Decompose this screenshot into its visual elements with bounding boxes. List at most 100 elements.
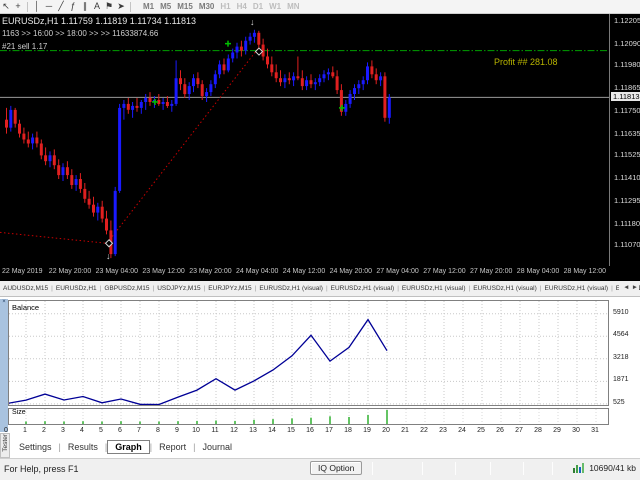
balance-tick: 4564 [613,331,629,339]
chart-tab[interactable]: EURUSDz,H1 [53,285,100,292]
price-tick: 1.11070 [614,240,640,250]
trade-tick: 14 [268,427,276,434]
time-tick: 27 May 04:00 [376,268,419,275]
balance-plot [6,301,608,406]
price-tick: 1.11180 [614,218,640,228]
trade-tick: 21 [401,427,409,434]
trade-tick: 25 [477,427,485,434]
time-tick: 28 May 04:00 [516,268,560,275]
chart-tab[interactable]: GBPUSDz,M15 [101,285,152,292]
channel-icon[interactable]: ∥ [79,0,91,13]
trade-tick: 7 [137,427,141,434]
trade-tick: 30 [572,427,580,434]
chart-header-status: 1163 >> 16:00 >> 18:00 >> >> 11633874.66 [2,29,159,38]
toolbar-separator [27,1,28,12]
trade-tick: 20 [382,427,390,434]
balance-graph-panel[interactable] [6,300,609,406]
timeframe-d1[interactable]: D1 [253,2,263,11]
trade-tick: 15 [287,427,295,434]
histogram-icon [573,463,585,473]
trade-tick: 26 [496,427,504,434]
cursor-icon[interactable]: ↖ [0,0,12,13]
scroll-right-icon[interactable]: ► [632,284,638,291]
scroll-left-icon[interactable]: ◄ [623,284,629,291]
price-tick: 1.12090 [614,38,640,48]
broker-button[interactable]: IQ Option [310,461,363,475]
timeframe-buttons: M1 M5 M15 M30 H1 H4 D1 W1 MN [140,2,303,11]
toolbar-icons: ↖ + │ ─ ╱ ƒ ∥ A ⚑ ➤ [0,0,134,13]
vertical-line-icon[interactable]: │ [31,0,43,13]
trade-tick: 24 [458,427,466,434]
trade-tick: 29 [553,427,561,434]
trade-tick: 5 [99,427,103,434]
chart-tab[interactable]: EURJPYz,M15 [205,285,254,292]
trade-tick: 28 [534,427,542,434]
crosshair-icon[interactable]: + [12,0,24,13]
timeframe-mn[interactable]: MN [287,2,299,11]
panel-edge[interactable]: × [0,299,8,432]
chart-tab[interactable]: EURUSDz,H1 (visual) [399,285,469,292]
price-chart[interactable]: ↓ ↓ EURUSDz,H1 1.11759 1.11819 1.11734 1.… [0,14,640,281]
diamond-marker [254,47,264,56]
trade-tick: 23 [439,427,447,434]
price-tick: 1.11410 [614,173,640,183]
balance-tick: 1871 [613,376,629,384]
arrows-icon[interactable]: ➤ [115,0,127,13]
tester-side-tab[interactable]: Tester [0,433,10,458]
tester-tab-settings[interactable]: Settings [12,441,59,453]
size-graph-panel[interactable] [8,408,609,425]
timeframe-h1[interactable]: H1 [220,2,230,11]
timeframe-m5[interactable]: M5 [160,2,171,11]
trade-tick: 8 [156,427,160,434]
size-plot [25,409,597,424]
price-tick: 1.11295 [614,195,640,205]
time-tick: 28 May 12:00 [563,268,607,275]
tester-tab-graph[interactable]: Graph [107,439,150,454]
balance-tick: 5910 [613,308,629,316]
trade-tick: 6 [118,427,122,434]
status-bar: For Help, press F1 IQ Option 10690/41 kb [0,458,640,480]
toolbar-separator [130,1,131,12]
chart-tab-bar: AUDUSDz,M15 | EURUSDz,H1 | GBPUSDz,M15 | USDJP… [0,281,640,297]
mt4-window: ↖ + │ ─ ╱ ƒ ∥ A ⚑ ➤ M1 M5 M15 M30 H1 H4 D1 W1 MN ↓ ↓ EURUS… [0,0,640,480]
tester-panel: × Balance Size 5910 4564 3218 1871 525 01234… [0,297,640,458]
timeframe-w1[interactable]: W1 [269,2,281,11]
timeframe-m30[interactable]: M30 [199,2,215,11]
price-tick: 1.11750 [614,105,640,115]
trade-tick: 16 [306,427,314,434]
timeframe-m1[interactable]: M1 [143,2,154,11]
text-icon[interactable]: A [91,0,103,13]
open-position-label: #21 sell 1.17 [2,42,48,51]
horizontal-line-icon[interactable]: ─ [43,0,55,13]
trade-tick: 1 [23,427,27,434]
time-tick: 24 May 12:00 [282,268,326,275]
help-text: For Help, press F1 [4,464,79,474]
trendline-icon[interactable]: ╱ [55,0,67,13]
tester-tab-report[interactable]: Report [152,441,193,453]
chart-tab[interactable]: USDJPYz,M15 [154,285,203,292]
trade-tick: 4 [80,427,84,434]
chart-tab[interactable]: AUDUSDz,M15 [0,285,51,292]
trade-tick: 22 [420,427,428,434]
timeframe-m15[interactable]: M15 [177,2,193,11]
arrow-marker: ↓ [106,251,111,261]
price-scale: 1.12205 1.12090 1.11980 1.11865 1.11750 1.116… [609,14,640,266]
trade-tick: 27 [515,427,523,434]
label-icon[interactable]: ⚑ [103,0,115,13]
chart-tab[interactable]: EURUSDz,H1 (visual) [328,285,398,292]
price-tick: 1.12205 [614,15,640,25]
toolbar: ↖ + │ ─ ╱ ƒ ∥ A ⚑ ➤ M1 M5 M15 M30 H1 H4 D1 W1 MN [0,0,640,14]
trade-tick: 9 [175,427,179,434]
chart-tab[interactable]: EURUSDz,H1 (visual) [256,285,326,292]
time-tick: 22 May 2019 [2,268,43,275]
tester-tab-journal[interactable]: Journal [195,441,239,453]
tester-tab-results[interactable]: Results [61,441,105,453]
tab-scroll-arrows: ◄ ► [619,284,639,291]
fibonacci-icon[interactable]: ƒ [67,0,79,13]
chart-tab[interactable]: EURUSDz,H1 (visual) [541,285,611,292]
timeframe-h4[interactable]: H4 [237,2,247,11]
time-tick: 23 May 20:00 [189,268,232,275]
chart-header-quote: EURUSDz,H1 1.11759 1.11819 1.11734 1.118… [2,16,196,26]
trade-tick: 12 [230,427,238,434]
chart-tab[interactable]: EURUSDz,H1 (visual) [470,285,540,292]
